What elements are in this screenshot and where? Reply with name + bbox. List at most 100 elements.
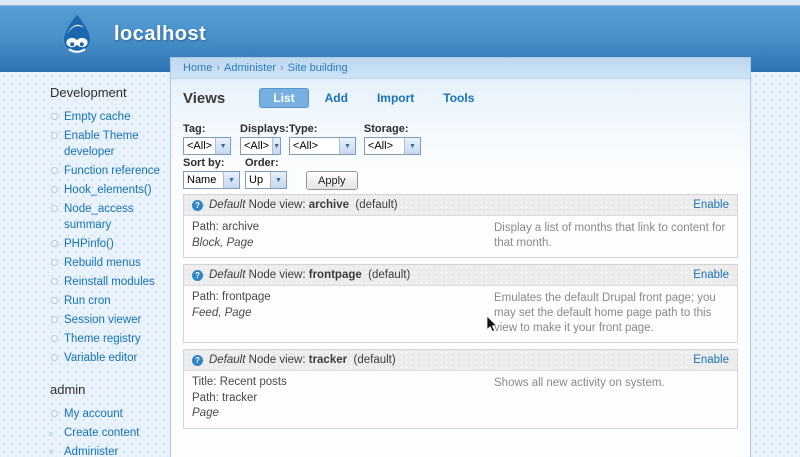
filter-order-label: Order:: [245, 157, 279, 169]
sidebar-item-function-reference[interactable]: Function reference: [50, 163, 170, 179]
sidebar-item-empty-cache[interactable]: Empty cache: [50, 109, 170, 125]
order-select[interactable]: Up ▼: [245, 171, 287, 189]
view-row-archive: ? Default Node view: archive (default) E…: [183, 194, 738, 258]
circle-bullet-icon: [51, 205, 58, 212]
tab-tools[interactable]: Tools: [443, 91, 474, 105]
enable-link[interactable]: Enable: [693, 354, 729, 366]
sidebar: Development Empty cache Enable Theme dev…: [0, 72, 170, 457]
enable-link[interactable]: Enable: [693, 269, 729, 281]
view-type-label: Node view:: [248, 199, 306, 211]
sidebar-item-my-account[interactable]: My account: [50, 406, 170, 422]
view-path: Path: frontpage: [192, 291, 271, 303]
circle-bullet-icon: [51, 113, 58, 120]
content-panel: Home › Administer › Site building Views List…: [170, 57, 751, 457]
sidebar-item-phpinfo[interactable]: PHPinfo(): [50, 236, 170, 252]
view-suffix: (default): [353, 354, 396, 366]
filter-row-1: Tag: <All> ▼ Displays: <All> ▼ Type: <Al…: [183, 123, 738, 155]
displays-select[interactable]: <All> ▼: [240, 137, 281, 155]
sidebar-item-enable-theme-developer[interactable]: Enable Theme developer: [50, 128, 170, 160]
circle-bullet-icon: [51, 186, 58, 193]
filter-displays-label: Displays:: [240, 123, 289, 135]
filter-type: Type: <All> ▼: [288, 123, 356, 155]
sidebar-section-development: Development: [50, 85, 127, 100]
circle-bullet-icon: [51, 132, 58, 139]
view-title: Title: Recent posts: [192, 376, 287, 388]
breadcrumb-home[interactable]: Home: [183, 62, 212, 74]
sidebar-item-rebuild-menus[interactable]: Rebuild menus: [50, 255, 170, 271]
filter-tag-label: Tag:: [183, 123, 206, 135]
sidebar-item-reinstall-modules[interactable]: Reinstall modules: [50, 274, 170, 290]
view-row-header: ? Default Node view: archive (default) E…: [184, 195, 737, 216]
view-suffix: (default): [368, 269, 411, 281]
view-row-tracker: ? Default Node view: tracker (default) E…: [183, 349, 738, 429]
view-path: Path: archive: [192, 221, 260, 233]
filter-sort-by-label: Sort by:: [183, 157, 225, 169]
filter-displays: Displays: <All> ▼: [240, 123, 289, 155]
help-icon[interactable]: ?: [192, 354, 203, 366]
help-icon[interactable]: ?: [192, 199, 203, 211]
sidebar-item-variable-editor[interactable]: Variable editor: [50, 350, 170, 366]
sidebar-item-node-access-summary[interactable]: Node_access summary: [50, 201, 170, 233]
view-default-prefix: Default: [209, 269, 246, 281]
filter-row-2: Sort by: Name ▼ Order: Up ▼ Apply: [183, 157, 738, 190]
chevron-down-icon: ▼: [215, 138, 230, 154]
breadcrumb-administer[interactable]: Administer: [224, 62, 276, 74]
type-select[interactable]: <All> ▼: [288, 137, 356, 155]
circle-bullet-icon: [51, 167, 58, 174]
view-displays: Feed, Page: [192, 306, 252, 319]
filter-order: Order: Up ▼: [245, 157, 287, 189]
circle-bullet-icon: [51, 259, 58, 266]
apply-button[interactable]: Apply: [306, 171, 358, 190]
tag-select[interactable]: <All> ▼: [183, 137, 231, 155]
chevron-down-icon: ▼: [403, 138, 420, 154]
sidebar-item-theme-registry[interactable]: Theme registry: [50, 331, 170, 347]
tab-add[interactable]: Add: [325, 91, 348, 105]
view-displays: Block, Page: [192, 236, 254, 249]
page-title-row: Views List Add Import Tools: [171, 79, 750, 108]
filter-storage: Storage: <All> ▼: [363, 123, 421, 155]
view-default-prefix: Default: [209, 199, 246, 211]
filter-type-label: Type:: [288, 123, 318, 135]
breadcrumb-separator: ›: [216, 62, 221, 74]
expanded-arrow-icon: ▿: [49, 447, 54, 457]
view-description: Emulates the default Drupal front page; …: [494, 292, 716, 334]
collapsed-arrow-icon: ▹: [49, 428, 54, 438]
page-title: Views: [183, 89, 226, 107]
view-description: Display a list of months that link to co…: [494, 222, 726, 249]
tab-list[interactable]: List: [259, 88, 309, 108]
view-row-frontpage: ? Default Node view: frontpage (default)…: [183, 264, 738, 343]
breadcrumb: Home › Administer › Site building: [171, 58, 750, 79]
view-displays: Page: [192, 407, 219, 419]
filter-storage-label: Storage:: [363, 123, 409, 135]
site-name: localhost: [114, 23, 207, 45]
breadcrumb-separator: ›: [279, 62, 284, 74]
sort-by-select[interactable]: Name ▼: [183, 171, 240, 189]
sidebar-item-hook-elements[interactable]: Hook_elements(): [50, 182, 170, 198]
circle-bullet-icon: [51, 354, 58, 361]
storage-select[interactable]: <All> ▼: [363, 137, 421, 155]
view-path: Path: tracker: [192, 391, 258, 404]
chevron-down-icon: ▼: [338, 138, 355, 154]
tab-import[interactable]: Import: [377, 91, 414, 105]
filter-sort-by: Sort by: Name ▼: [183, 157, 240, 189]
circle-bullet-icon: [51, 316, 58, 323]
view-default-prefix: Default: [209, 354, 246, 366]
help-icon[interactable]: ?: [192, 269, 203, 281]
sidebar-item-session-viewer[interactable]: Session viewer: [50, 312, 170, 328]
enable-link[interactable]: Enable: [693, 199, 729, 211]
circle-bullet-icon: [51, 335, 58, 342]
view-type-label: Node view:: [248, 354, 306, 366]
chevron-down-icon: ▼: [223, 172, 239, 188]
sidebar-item-administer[interactable]: ▿ Administer: [49, 444, 170, 457]
circle-bullet-icon: [51, 410, 58, 417]
sidebar-item-create-content[interactable]: ▹ Create content: [49, 425, 170, 441]
sidebar-section-admin: admin: [50, 382, 86, 397]
view-row-header: ? Default Node view: frontpage (default)…: [184, 265, 737, 286]
chevron-down-icon: ▼: [270, 172, 286, 188]
views-list: ? Default Node view: archive (default) E…: [171, 190, 750, 429]
view-row-header: ? Default Node view: tracker (default) E…: [184, 350, 737, 371]
circle-bullet-icon: [51, 278, 58, 285]
view-type-label: Node view:: [248, 269, 306, 281]
breadcrumb-site-building[interactable]: Site building: [288, 62, 348, 74]
sidebar-item-run-cron[interactable]: Run cron: [50, 293, 170, 309]
